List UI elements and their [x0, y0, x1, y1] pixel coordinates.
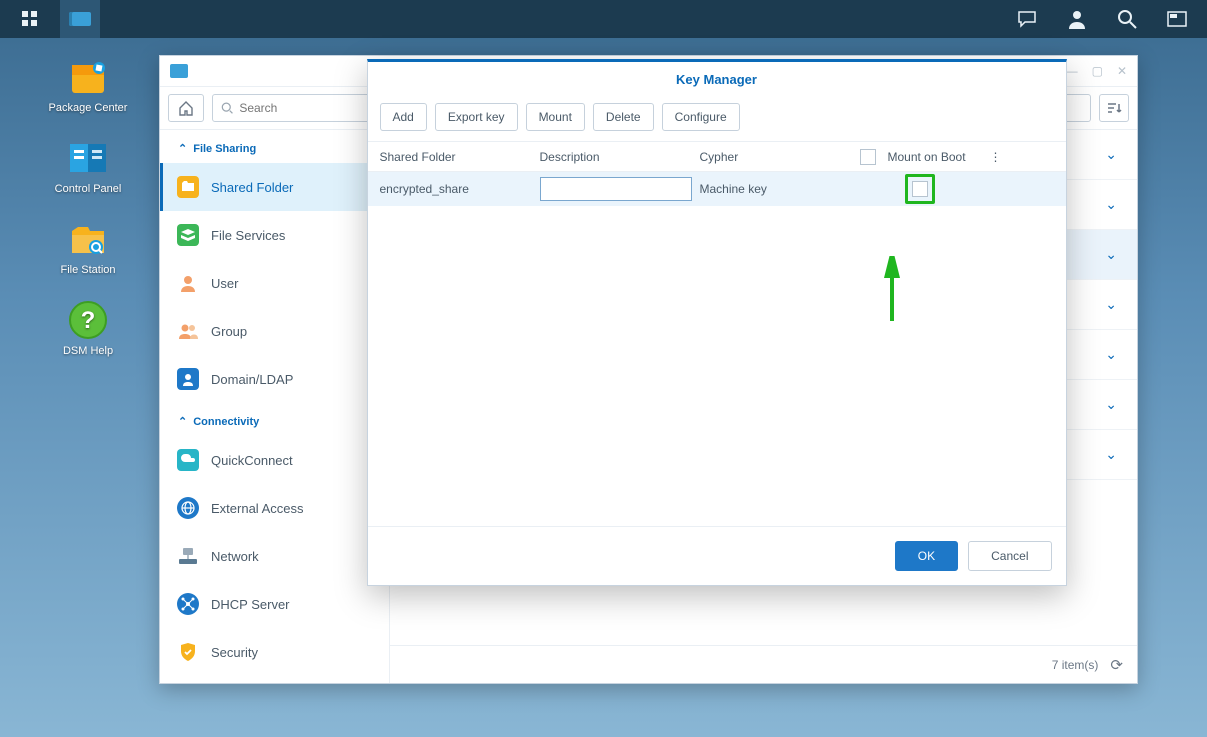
sidebar-item-user[interactable]: User [160, 259, 389, 307]
sidebar-section-connectivity[interactable]: ⌃Connectivity [160, 403, 389, 436]
control-panel-window: Control Panel ? — ▢ ✕ Create▼ Edit Delet… [159, 55, 1138, 684]
annotation-highlight [905, 174, 935, 204]
sidebar-item-file-services[interactable]: File Services [160, 211, 389, 259]
key-manager-dialog: Key Manager Add Export key Mount Delete … [367, 59, 1067, 586]
main-menu-button[interactable] [10, 0, 50, 38]
table-row[interactable]: encrypted_share Machine key [368, 172, 1066, 206]
control-panel-icon [69, 12, 91, 26]
dialog-delete-button[interactable]: Delete [593, 103, 654, 131]
item-count: 7 item(s) [1052, 658, 1099, 672]
control-panel-icon [66, 136, 110, 180]
cell-shared-folder: encrypted_share [380, 182, 540, 196]
desktop-icon-label: File Station [60, 264, 115, 276]
desktop-icon-control-panel[interactable]: Control Panel [55, 136, 122, 195]
taskbar-user-icon[interactable] [1057, 0, 1097, 38]
desktop-icon-package-center[interactable]: Package Center [49, 55, 128, 114]
home-button[interactable] [168, 94, 204, 122]
home-icon [178, 100, 194, 116]
sidebar-item-quickconnect[interactable]: QuickConnect [160, 436, 389, 484]
chevron-down-icon: ⌄ [1105, 196, 1117, 213]
taskbar [0, 0, 1207, 38]
taskbar-widgets-icon[interactable] [1157, 0, 1197, 38]
dialog-footer: OK Cancel [368, 526, 1066, 585]
ok-button[interactable]: OK [895, 541, 958, 571]
folder-icon [177, 176, 199, 198]
sort-button[interactable] [1099, 94, 1129, 122]
dialog-title: Key Manager [368, 62, 1066, 97]
col-cypher[interactable]: Cypher [700, 150, 860, 164]
table-header: Shared Folder Description Cypher Mount o… [368, 142, 1066, 172]
configure-button[interactable]: Configure [662, 103, 740, 131]
desktop-icon-file-station[interactable]: File Station [60, 217, 115, 276]
chevron-down-icon: ⌄ [1105, 246, 1117, 263]
sidebar-item-shared-folder[interactable]: Shared Folder [160, 163, 389, 211]
sidebar-item-dhcp-server[interactable]: DHCP Server [160, 580, 389, 628]
col-mount-on-boot[interactable]: Mount on Boot [860, 149, 990, 165]
sidebar-section-file-sharing[interactable]: ⌃File Sharing [160, 130, 389, 163]
file-services-icon [177, 224, 199, 246]
content-footer: 7 item(s) ⟳ [390, 645, 1137, 683]
sidebar-item-external-access[interactable]: External Access [160, 484, 389, 532]
quickconnect-icon [177, 449, 199, 471]
description-input[interactable] [540, 177, 692, 201]
chevron-up-icon: ⌃ [178, 142, 187, 155]
sidebar-search-input[interactable] [239, 101, 375, 115]
package-center-icon [66, 55, 110, 99]
desktop-icon-label: DSM Help [63, 345, 113, 357]
svg-text:?: ? [81, 307, 96, 334]
dhcp-icon [177, 593, 199, 615]
chevron-down-icon: ⌄ [1105, 446, 1117, 463]
chevron-down-icon: ⌄ [1105, 146, 1117, 163]
dsm-help-icon: ? [66, 298, 110, 342]
sidebar-item-network[interactable]: Network [160, 532, 389, 580]
file-station-icon [66, 217, 110, 261]
user-icon [177, 272, 199, 294]
col-menu[interactable]: ⋮ [990, 150, 1010, 164]
taskbar-chat-icon[interactable] [1007, 0, 1047, 38]
sort-icon [1106, 101, 1122, 115]
close-icon[interactable]: ✕ [1117, 64, 1127, 78]
mount-on-boot-checkbox[interactable] [912, 181, 928, 197]
add-button[interactable]: Add [380, 103, 427, 131]
reload-button[interactable]: ⟳ [1110, 656, 1123, 674]
sidebar-item-security[interactable]: Security [160, 628, 389, 676]
desktop-icon-dsm-help[interactable]: ? DSM Help [63, 298, 113, 357]
group-icon [177, 320, 199, 342]
taskbar-search-icon[interactable] [1107, 0, 1147, 38]
mount-button[interactable]: Mount [526, 103, 585, 131]
chevron-down-icon: ⌄ [1105, 396, 1117, 413]
minimize-icon[interactable]: — [1066, 64, 1078, 78]
maximize-icon[interactable]: ▢ [1092, 64, 1103, 78]
sidebar-search[interactable] [212, 94, 384, 122]
sidebar-item-domain-ldap[interactable]: Domain/LDAP [160, 355, 389, 403]
network-icon [177, 545, 199, 567]
shield-icon [177, 641, 199, 663]
domain-ldap-icon [177, 368, 199, 390]
chevron-up-icon: ⌃ [178, 415, 187, 428]
window-app-icon [170, 64, 188, 78]
search-icon [221, 101, 233, 115]
cancel-button[interactable]: Cancel [968, 541, 1051, 571]
taskbar-app-control-panel[interactable] [60, 0, 100, 38]
dialog-toolbar: Add Export key Mount Delete Configure [368, 97, 1066, 141]
col-shared-folder[interactable]: Shared Folder [380, 150, 540, 164]
header-mount-checkbox[interactable] [860, 149, 876, 165]
cell-cypher: Machine key [700, 182, 860, 196]
globe-icon [177, 497, 199, 519]
chevron-down-icon: ⌄ [1105, 296, 1117, 313]
desktop-icons: Package Center Control Panel File Statio… [38, 55, 138, 357]
sidebar-item-group[interactable]: Group [160, 307, 389, 355]
key-table: Shared Folder Description Cypher Mount o… [368, 141, 1066, 206]
export-key-button[interactable]: Export key [435, 103, 518, 131]
col-description[interactable]: Description [540, 150, 700, 164]
desktop-icon-label: Control Panel [55, 183, 122, 195]
chevron-down-icon: ⌄ [1105, 346, 1117, 363]
desktop-icon-label: Package Center [49, 102, 128, 114]
sidebar: ⌃File Sharing Shared Folder File Service… [160, 130, 390, 683]
